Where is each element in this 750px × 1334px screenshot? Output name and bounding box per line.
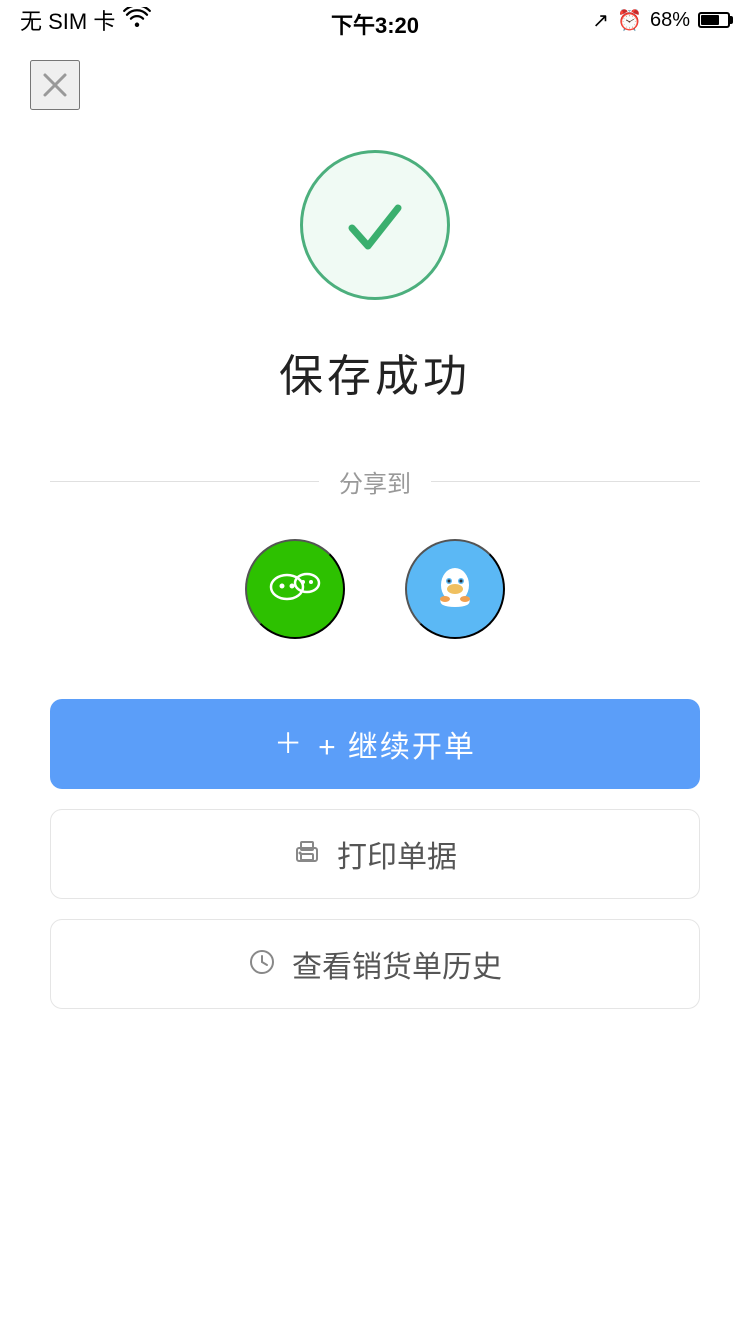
wechat-share-button[interactable] <box>245 539 345 639</box>
share-section: 分享到 <box>50 464 700 639</box>
carrier-text: 无 SIM 卡 <box>20 4 115 36</box>
status-bar: 无 SIM 卡 下午3:20 ↗ ⏰ 68% <box>0 0 750 40</box>
qq-share-button[interactable] <box>405 539 505 639</box>
divider-right <box>431 481 700 482</box>
history-button[interactable]: 查看销货单历史 <box>50 919 700 1009</box>
alarm-icon: ⏰ <box>617 8 642 33</box>
share-icons <box>245 539 505 639</box>
status-right: ↗ ⏰ 68% <box>592 8 730 33</box>
print-label: 打印单据 <box>337 832 457 876</box>
close-button[interactable] <box>30 60 80 110</box>
share-label: 分享到 <box>319 464 431 499</box>
wifi-icon <box>123 7 151 33</box>
main-content: 保存成功 分享到 <box>0 120 750 1334</box>
history-label: 查看销货单历史 <box>292 942 502 986</box>
continue-order-label: + 继续开单 <box>318 722 476 766</box>
continue-order-button[interactable]: ＋ + 继续开单 <box>50 699 700 789</box>
printer-icon <box>293 838 321 871</box>
top-bar <box>0 40 750 120</box>
share-divider: 分享到 <box>50 464 700 499</box>
plus-icon: ＋ <box>274 730 302 758</box>
success-title: 保存成功 <box>279 340 471 404</box>
clock-icon <box>248 948 276 981</box>
battery-percent: 68% <box>650 9 690 32</box>
print-button[interactable]: 打印单据 <box>50 809 700 899</box>
location-icon: ↗ <box>592 8 609 33</box>
action-buttons: ＋ + 继续开单 打印单据 查看销货单 <box>50 699 700 1009</box>
battery-icon <box>698 12 730 28</box>
status-time: 下午3:20 <box>331 8 419 40</box>
success-circle <box>300 150 450 300</box>
checkmark-icon <box>340 190 410 260</box>
status-left: 无 SIM 卡 <box>20 4 151 36</box>
divider-left <box>50 481 319 482</box>
